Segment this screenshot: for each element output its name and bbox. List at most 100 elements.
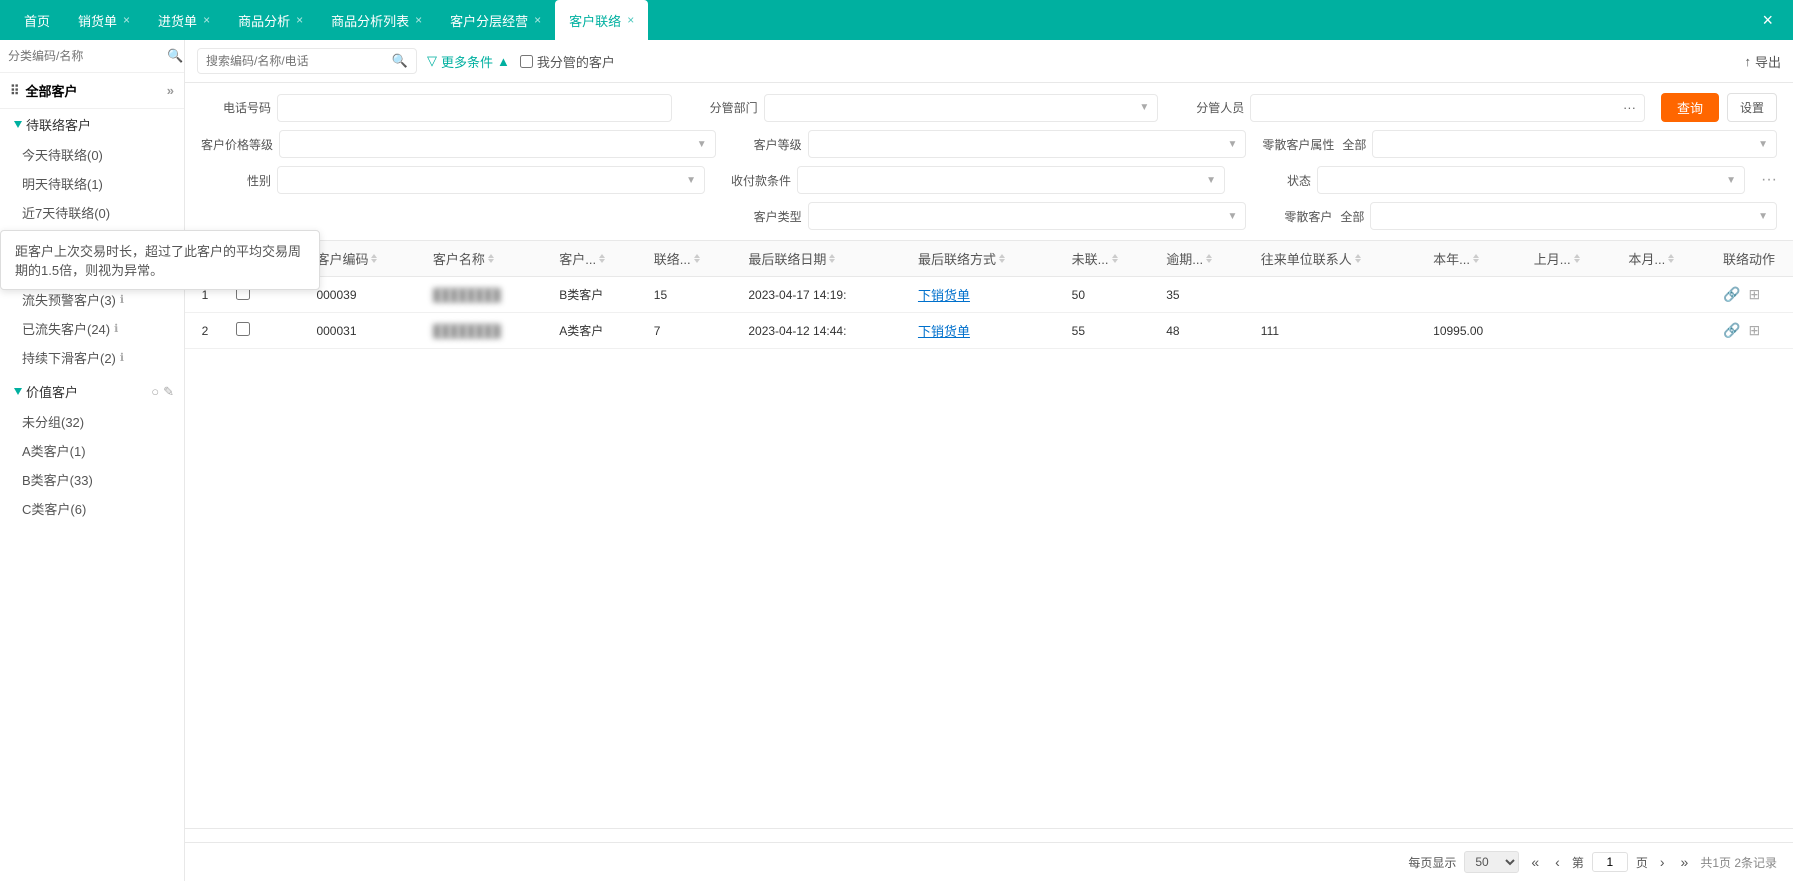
close-customer-contact-icon[interactable]: × <box>627 13 634 27</box>
nav-purchase-order[interactable]: 进货单 × <box>144 0 224 40</box>
setting-button[interactable]: 设置 <box>1727 93 1777 122</box>
sidebar-search-icon[interactable]: 🔍 <box>167 48 183 64</box>
filter-row-4: 客户类型 ▼ 零散客户 全部 ▼ <box>201 202 1777 230</box>
close-product-analysis-list-icon[interactable]: × <box>415 13 422 27</box>
retail-customer-select[interactable]: ▼ <box>1370 202 1777 230</box>
my-customers-check[interactable] <box>520 55 533 68</box>
dept-select[interactable]: ▼ <box>764 94 1159 122</box>
sidebar-b-class[interactable]: B类客户(33) <box>0 465 184 494</box>
nav-home[interactable]: 首页 <box>10 0 64 40</box>
pending-contact-title[interactable]: 待联络客户 <box>0 109 184 140</box>
lost-preview-info-icon: ℹ <box>120 293 124 306</box>
customer-grade-select[interactable]: ▼ <box>808 130 1247 158</box>
sidebar-a-class[interactable]: A类客户(1) <box>0 436 184 465</box>
row-index: 2 <box>185 313 225 349</box>
row-grid-icon[interactable]: ⊞ <box>1748 322 1760 339</box>
search-icon[interactable]: 🔍 <box>392 53 408 69</box>
col-last-contact-date-header[interactable]: 最后联络日期 <box>738 241 908 277</box>
sidebar-today-pending[interactable]: 今天待联络(0) <box>0 140 184 169</box>
gender-select[interactable]: ▼ <box>277 166 705 194</box>
sidebar-7day-pending[interactable]: 近7天待联络(0) <box>0 198 184 227</box>
value-circle-icon[interactable]: ○ <box>151 384 159 400</box>
col-last-month-header[interactable]: 上月... <box>1524 241 1619 277</box>
first-page-button[interactable]: « <box>1527 852 1543 872</box>
row-grid-icon[interactable]: ⊞ <box>1748 286 1760 303</box>
col-last-contact-method-header[interactable]: 最后联络方式 <box>908 241 1062 277</box>
retail-attr-chevron-icon: ▼ <box>1758 139 1768 150</box>
close-sales-order-icon[interactable]: × <box>123 13 130 27</box>
nav-customer-segment[interactable]: 客户分层经营 × <box>436 0 555 40</box>
manager-select[interactable]: ··· <box>1250 94 1645 122</box>
value-expand-icon <box>14 388 22 395</box>
retail-attr-select[interactable]: ▼ <box>1372 130 1777 158</box>
all-customers-title[interactable]: ⠿ 全部客户 » <box>0 73 184 109</box>
nav-product-analysis-list[interactable]: 商品分析列表 × <box>317 0 436 40</box>
more-conditions-button[interactable]: ▽ 更多条件 ▲ <box>427 52 510 71</box>
close-purchase-order-icon[interactable]: × <box>203 13 210 27</box>
table-row: 2 000031 ████████ A类客户 7 2023-04-12 14:4… <box>185 313 1793 349</box>
value-customer-group: 价值客户 ○ ✎ 未分组(32) A类客户(1) B类客户(33) C类客户(6… <box>0 376 184 523</box>
manager-dots: ··· <box>1623 100 1636 115</box>
last-page-button[interactable]: » <box>1677 852 1693 872</box>
window-close-button[interactable]: × <box>1752 10 1783 31</box>
col-unread-header[interactable]: 未联... <box>1062 241 1157 277</box>
chevron-up-icon: ▲ <box>497 54 510 69</box>
manager-label: 分管人员 <box>1174 99 1244 116</box>
filter-gender: 性别 ▼ <box>201 166 705 194</box>
close-product-analysis-icon[interactable]: × <box>296 13 303 27</box>
sidebar-search-input[interactable] <box>8 49 163 63</box>
col-type-header[interactable]: 客户... <box>549 241 644 277</box>
status-select[interactable]: ▼ <box>1317 166 1745 194</box>
next-page-button[interactable]: › <box>1656 852 1669 872</box>
close-customer-segment-icon[interactable]: × <box>534 13 541 27</box>
filter-manager: 分管人员 ··· <box>1174 94 1645 122</box>
row-last-contact-method[interactable]: 下销货单 <box>908 313 1062 349</box>
page-number-input[interactable]: 1 <box>1592 852 1628 872</box>
table-header-row: ⚙ 客户编码 客户名称 <box>185 241 1793 277</box>
customer-type-select[interactable]: ▼ <box>808 202 1247 230</box>
nav-sales-order[interactable]: 销货单 × <box>64 0 144 40</box>
my-customers-checkbox[interactable]: 我分管的客户 <box>520 52 615 71</box>
row-name: ████████ <box>423 313 549 349</box>
col-this-month-header[interactable]: 本月... <box>1618 241 1713 277</box>
col-contacts-header[interactable]: 往来单位联系人 <box>1251 241 1423 277</box>
search-input[interactable] <box>206 54 386 68</box>
sidebar-collapse-icon[interactable]: » <box>167 83 174 98</box>
row-link-icon[interactable]: 🔗 <box>1723 286 1740 303</box>
row-type: A类客户 <box>549 313 644 349</box>
payment-select[interactable]: ▼ <box>797 166 1225 194</box>
sidebar-continuous-down[interactable]: 持续下滑客户(2) ℹ <box>0 343 184 372</box>
retail-attr-prefix: 全部 <box>1342 136 1366 153</box>
query-button[interactable]: 查询 <box>1661 93 1719 122</box>
dept-chevron-icon: ▼ <box>1139 102 1149 113</box>
export-button[interactable]: ↑ 导出 <box>1744 52 1781 71</box>
sidebar-c-class[interactable]: C类客户(6) <box>0 494 184 523</box>
col-code-header[interactable]: 客户编码 <box>306 241 422 277</box>
per-page-select[interactable]: 50 100 200 <box>1464 851 1519 873</box>
col-overdue-header[interactable]: 逾期... <box>1156 241 1251 277</box>
row-checkbox[interactable] <box>236 322 250 336</box>
col-name-header[interactable]: 客户名称 <box>423 241 549 277</box>
price-grade-select[interactable]: ▼ <box>279 130 716 158</box>
row-overdue: 48 <box>1156 313 1251 349</box>
value-edit-icon[interactable]: ✎ <box>163 384 174 400</box>
customer-type-label: 客户类型 <box>732 208 802 225</box>
value-group-title[interactable]: 价值客户 ○ ✎ <box>0 376 184 407</box>
row-link-icon[interactable]: 🔗 <box>1723 322 1740 339</box>
filter-customer-type: 客户类型 ▼ <box>732 202 1247 230</box>
col-contact-header[interactable]: 联络... <box>644 241 739 277</box>
filter-more-dots[interactable]: ··· <box>1761 171 1777 189</box>
sidebar-tomorrow-pending[interactable]: 明天待联络(1) <box>0 169 184 198</box>
status-label: 状态 <box>1241 172 1311 189</box>
nav-customer-contact[interactable]: 客户联络 × <box>555 0 648 40</box>
row-code: 000039 <box>306 277 422 313</box>
row-last-contact-method[interactable]: 下销货单 <box>908 277 1062 313</box>
prev-page-button[interactable]: ‹ <box>1551 852 1564 872</box>
sidebar-unclassified[interactable]: 未分组(32) <box>0 407 184 436</box>
nav-product-analysis[interactable]: 商品分析 × <box>224 0 317 40</box>
horizontal-scrollbar[interactable] <box>185 828 1793 842</box>
retail-customer-prefix: 全部 <box>1340 208 1364 225</box>
col-this-year-header[interactable]: 本年... <box>1423 241 1524 277</box>
sidebar-already-lost[interactable]: 已流失客户(24) ℹ <box>0 314 184 343</box>
phone-input[interactable] <box>277 94 672 122</box>
